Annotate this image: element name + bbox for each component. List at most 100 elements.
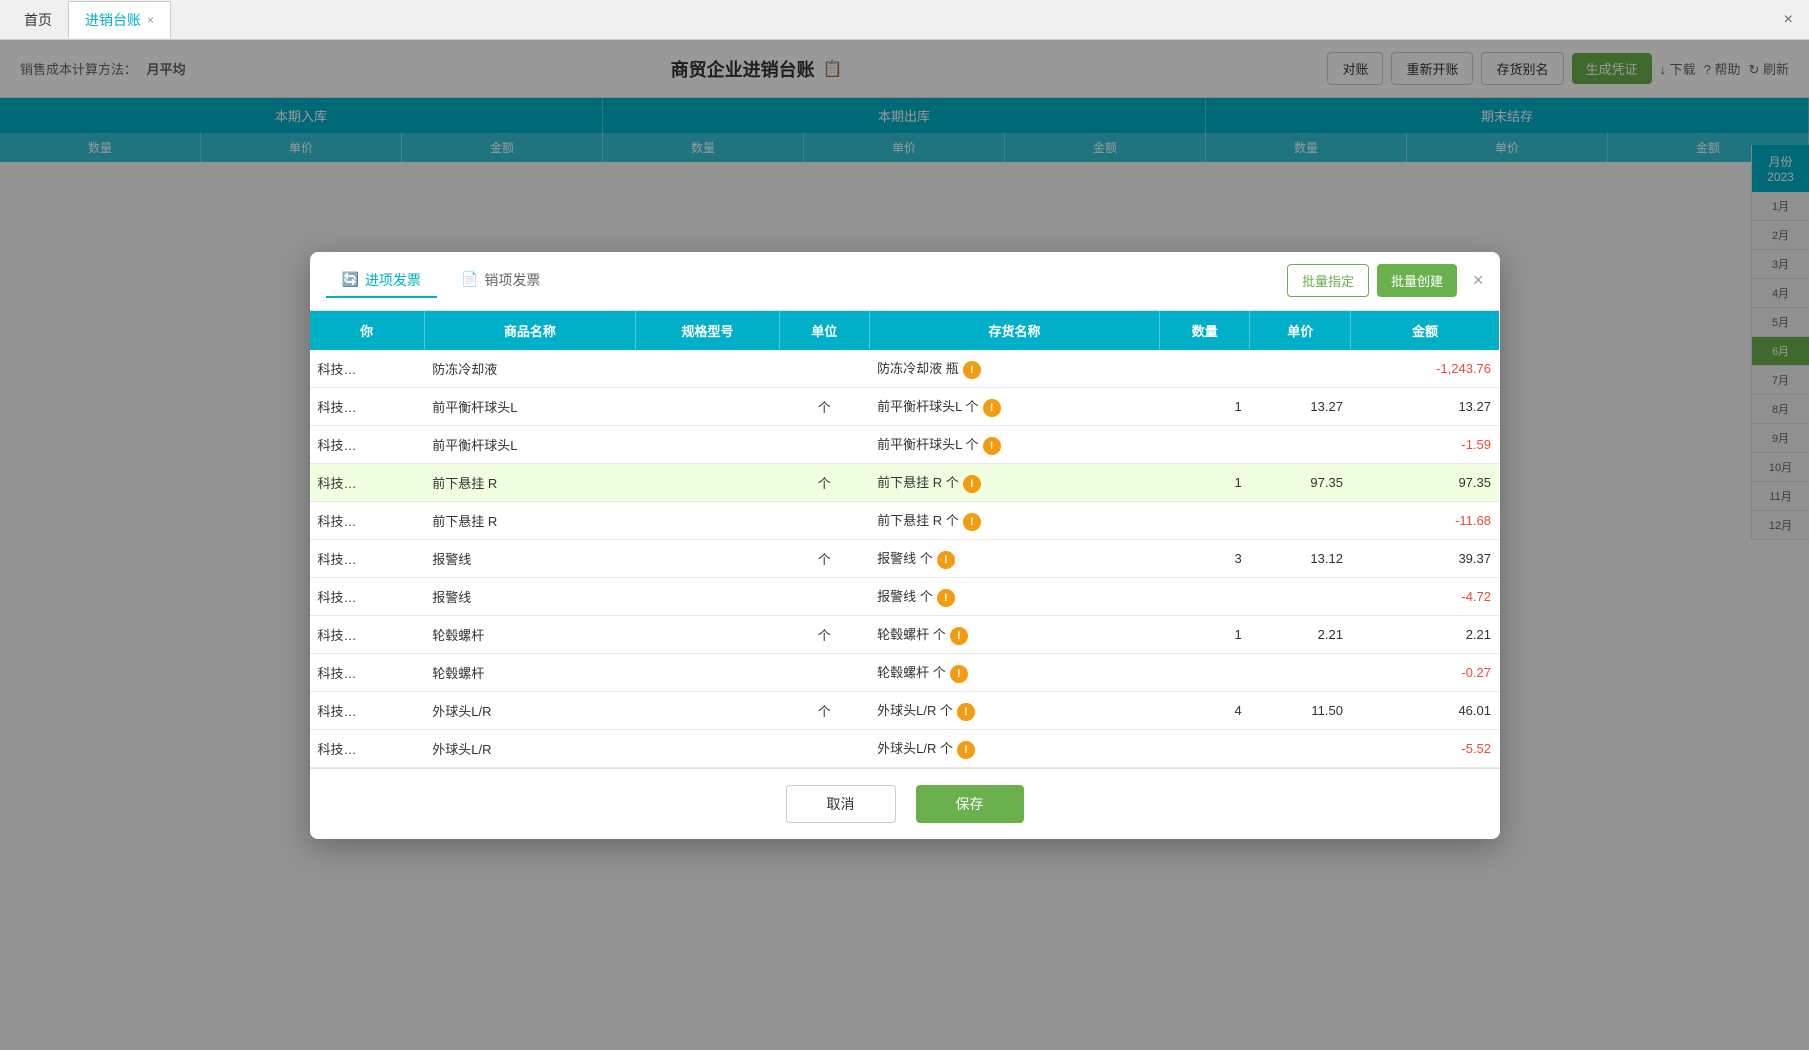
table-cell: -5.52 — [1351, 729, 1499, 767]
table-cell — [635, 501, 779, 539]
table-cell — [635, 463, 779, 501]
modal-dialog: 🔄 进项发票 📄 销项发票 批量指定 批量创建 × — [310, 252, 1500, 839]
modal-close-button[interactable]: × — [1473, 270, 1484, 291]
col-product-name: 商品名称 — [424, 311, 635, 350]
modal-table-container[interactable]: 你 商品名称 规格型号 单位 存货名称 数量 单价 金额 科技…防冻冷却液防冻冷… — [310, 311, 1500, 768]
table-cell: 前下悬挂 R — [424, 501, 635, 539]
table-cell: 39.37 — [1351, 539, 1499, 577]
modal-header: 🔄 进项发票 📄 销项发票 批量指定 批量创建 × — [310, 252, 1500, 311]
purchase-tab-label: 进项发票 — [365, 270, 421, 290]
tab-purchase-invoice[interactable]: 🔄 进项发票 — [326, 264, 437, 298]
table-row: 科技…前平衡杆球头L个前平衡杆球头L 个!113.2713.27 — [310, 387, 1500, 425]
table-row: 科技…轮毂螺杆 轮毂螺杆 个! -0.27 — [310, 653, 1500, 691]
tab-active-label: 进销台账 — [85, 10, 141, 30]
modal-table: 你 商品名称 规格型号 单位 存货名称 数量 单价 金额 科技…防冻冷却液防冻冷… — [310, 311, 1500, 768]
table-cell: 外球头L/R — [424, 691, 635, 729]
table-cell: 防冻冷却液 瓶! — [869, 350, 1160, 388]
table-cell: 前平衡杆球头L 个! — [869, 387, 1160, 425]
table-cell: 4 — [1160, 691, 1250, 729]
tab-close-icon[interactable]: × — [147, 13, 154, 27]
table-cell: 2.21 — [1351, 615, 1499, 653]
col-inventory-name: 存货名称 — [869, 311, 1160, 350]
cancel-button[interactable]: 取消 — [786, 785, 896, 823]
table-cell: 11.50 — [1250, 691, 1351, 729]
warning-icon: ! — [963, 513, 981, 531]
tab-active[interactable]: 进销台账 × — [68, 1, 171, 38]
table-cell — [635, 577, 779, 615]
sales-tab-label: 销项发票 — [484, 270, 540, 290]
col-unit: 单位 — [779, 311, 869, 350]
col-amount: 金额 — [1351, 311, 1499, 350]
modal-overlay: 🔄 进项发票 📄 销项发票 批量指定 批量创建 × — [0, 40, 1809, 1050]
col-unit-price: 单价 — [1250, 311, 1351, 350]
table-cell — [635, 539, 779, 577]
table-cell: 2.21 — [1250, 615, 1351, 653]
table-cell: 前平衡杆球头L 个! — [869, 425, 1160, 463]
table-cell: 前平衡杆球头L — [424, 387, 635, 425]
save-button[interactable]: 保存 — [916, 785, 1024, 823]
table-cell: 1 — [1160, 463, 1250, 501]
table-cell: 外球头L/R 个! — [869, 691, 1160, 729]
batch-create-button[interactable]: 批量创建 — [1377, 264, 1457, 297]
table-cell: 科技… — [310, 350, 425, 388]
table-cell — [779, 653, 869, 691]
batch-assign-button[interactable]: 批量指定 — [1287, 264, 1369, 297]
table-cell: -1.59 — [1351, 425, 1499, 463]
table-cell: 前下悬挂 R 个! — [869, 463, 1160, 501]
table-cell — [1160, 425, 1250, 463]
table-row: 科技…外球头L/R个外球头L/R 个!411.5046.01 — [310, 691, 1500, 729]
table-cell: -4.72 — [1351, 577, 1499, 615]
table-header-row: 你 商品名称 规格型号 单位 存货名称 数量 单价 金额 — [310, 311, 1500, 350]
col-quantity: 数量 — [1160, 311, 1250, 350]
table-cell — [635, 425, 779, 463]
table-cell: 科技… — [310, 577, 425, 615]
sales-tab-icon: 📄 — [461, 271, 478, 288]
tab-home[interactable]: 首页 — [8, 2, 68, 38]
table-cell: 科技… — [310, 615, 425, 653]
table-cell — [1250, 577, 1351, 615]
table-cell — [779, 729, 869, 767]
table-row: 科技…防冻冷却液防冻冷却液 瓶!-1,243.76 — [310, 350, 1500, 388]
table-cell: 个 — [779, 387, 869, 425]
tab-bar: 首页 进销台账 × × — [0, 0, 1809, 40]
warning-icon: ! — [950, 665, 968, 683]
col-company: 你 — [310, 311, 425, 350]
table-cell: 个 — [779, 539, 869, 577]
table-cell: 报警线 个! — [869, 539, 1160, 577]
table-cell: 1 — [1160, 387, 1250, 425]
warning-icon: ! — [983, 399, 1001, 417]
table-cell — [635, 691, 779, 729]
table-cell: 轮毂螺杆 — [424, 653, 635, 691]
table-cell: 科技… — [310, 653, 425, 691]
table-cell: 97.35 — [1351, 463, 1499, 501]
table-cell — [779, 501, 869, 539]
table-cell: 科技… — [310, 501, 425, 539]
table-cell: -11.68 — [1351, 501, 1499, 539]
warning-icon: ! — [950, 627, 968, 645]
table-cell: 个 — [779, 615, 869, 653]
table-cell: 科技… — [310, 729, 425, 767]
table-cell — [1250, 350, 1351, 388]
modal-table-body: 科技…防冻冷却液防冻冷却液 瓶!-1,243.76科技…前平衡杆球头L个前平衡杆… — [310, 350, 1500, 768]
table-cell — [635, 653, 779, 691]
table-cell: 轮毂螺杆 个! — [869, 653, 1160, 691]
table-cell: 13.27 — [1351, 387, 1499, 425]
table-cell — [1160, 577, 1250, 615]
table-cell: 前下悬挂 R 个! — [869, 501, 1160, 539]
table-cell: 科技… — [310, 691, 425, 729]
tab-sales-invoice[interactable]: 📄 销项发票 — [445, 264, 556, 298]
modal-header-actions: 批量指定 批量创建 — [1287, 264, 1457, 297]
table-row: 科技…报警线个报警线 个!313.1239.37 — [310, 539, 1500, 577]
table-cell: 报警线 — [424, 539, 635, 577]
table-cell: 13.12 — [1250, 539, 1351, 577]
warning-icon: ! — [937, 589, 955, 607]
table-cell — [779, 350, 869, 388]
table-cell: -0.27 — [1351, 653, 1499, 691]
table-cell: 前平衡杆球头L — [424, 425, 635, 463]
table-cell — [1250, 501, 1351, 539]
window-close-button[interactable]: × — [1776, 7, 1801, 33]
table-cell — [635, 387, 779, 425]
table-cell — [635, 350, 779, 388]
table-cell — [1250, 425, 1351, 463]
table-row: 科技…外球头L/R外球头L/R 个!-5.52 — [310, 729, 1500, 767]
